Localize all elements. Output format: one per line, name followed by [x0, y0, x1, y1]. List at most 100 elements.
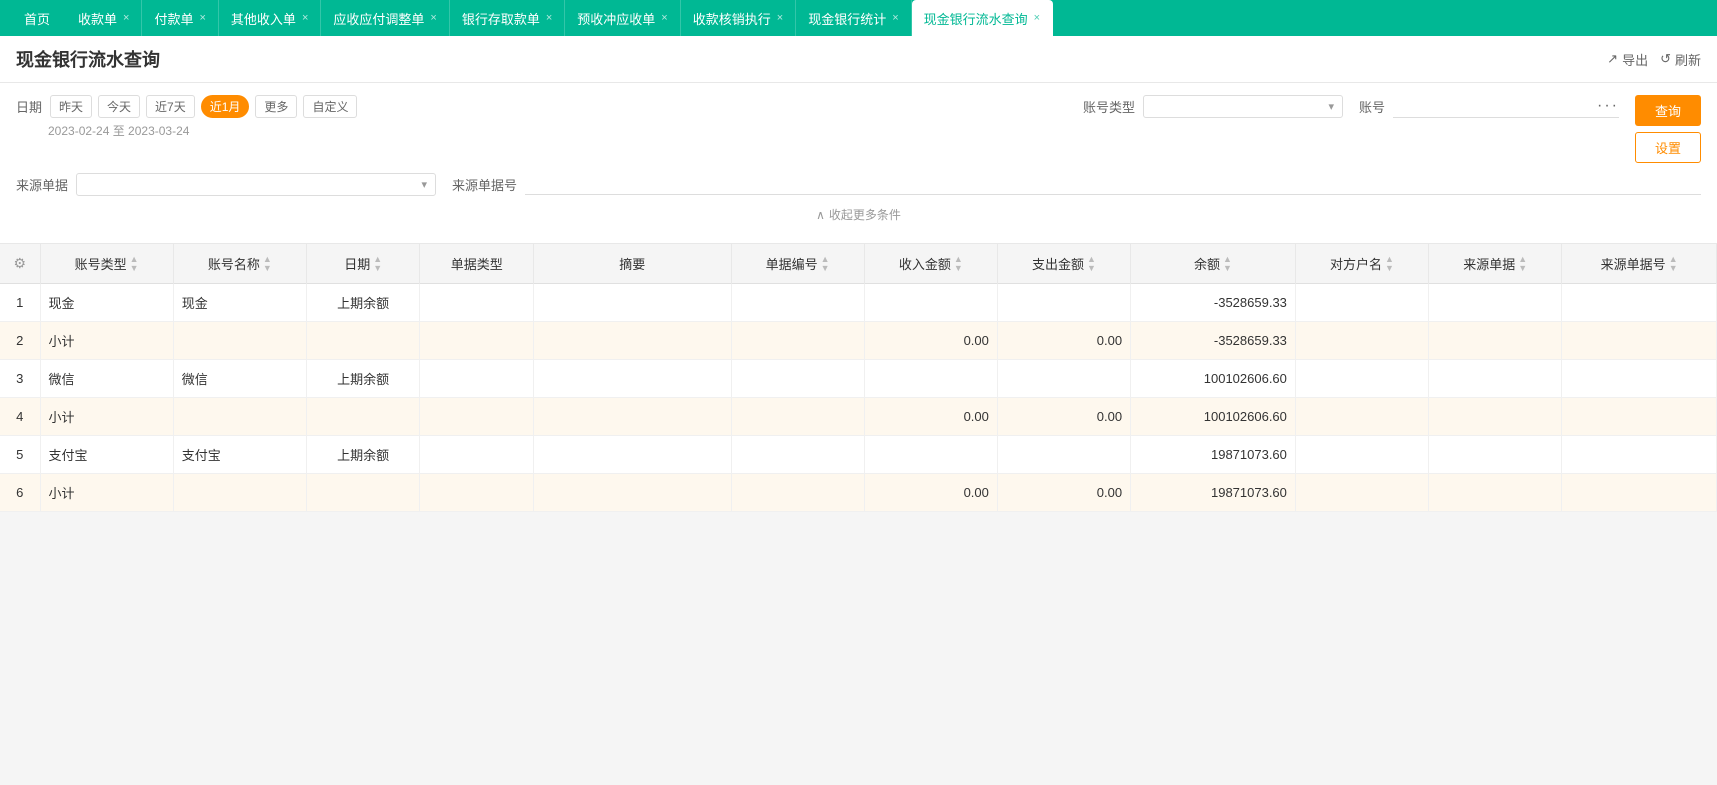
nav-tab-close[interactable]: ×	[661, 12, 667, 24]
table-cell: 小计	[40, 474, 173, 512]
account-type-select[interactable]: ▾	[1143, 95, 1343, 118]
sort-icon: ▲▼	[373, 255, 382, 273]
date-btn-yesterday[interactable]: 昨天	[50, 95, 92, 118]
date-btn-1month[interactable]: 近1月	[201, 95, 250, 118]
nav-tab-close[interactable]: ×	[1034, 12, 1040, 24]
table-cell: 支付宝	[40, 436, 173, 474]
page-header: 现金银行流水查询 ↗ 导出 ↺ 刷新	[0, 36, 1717, 83]
sort-account-name[interactable]: 账号名称 ▲▼	[182, 254, 298, 273]
col-account-name: 账号名称 ▲▼	[173, 244, 306, 284]
nav-tab-yingshouyingfu[interactable]: 应收应付调整单 ×	[321, 0, 449, 36]
collapse-bar[interactable]: ∧ 收起更多条件	[16, 202, 1701, 231]
table-cell	[997, 284, 1130, 322]
nav-tab-fukuandan[interactable]: 付款单 ×	[142, 0, 218, 36]
nav-tab-label: 预收冲应收单	[577, 9, 655, 28]
refresh-label: 刷新	[1675, 50, 1701, 69]
col-summary: 摘要	[534, 244, 731, 284]
export-button[interactable]: ↗ 导出	[1607, 50, 1648, 69]
account-input[interactable]	[1393, 99, 1597, 114]
nav-tab-liushui[interactable]: 现金银行流水查询 ×	[912, 0, 1053, 36]
filter-area: 日期 昨天 今天 近7天 近1月 更多 自定义 2023-02-24 至 202…	[0, 83, 1717, 244]
table-cell: 支付宝	[173, 436, 306, 474]
nav-tab-yushou[interactable]: 预收冲应收单 ×	[565, 0, 680, 36]
table-cell: 3	[0, 360, 40, 398]
nav-tab-close[interactable]: ×	[777, 12, 783, 24]
table-cell	[534, 436, 731, 474]
nav-tab-close[interactable]: ×	[199, 12, 205, 24]
sort-expense[interactable]: 支出金额 ▲▼	[1006, 254, 1122, 273]
gear-icon[interactable]: ⚙	[13, 255, 26, 271]
header-actions: ↗ 导出 ↺ 刷新	[1607, 50, 1701, 69]
data-table: ⚙ 账号类型 ▲▼ 账号名称 ▲▼ 日期	[0, 244, 1717, 512]
action-buttons: 查询 设置	[1635, 95, 1701, 163]
top-navigation: 首页 收款单 × 付款单 × 其他收入单 × 应收应付调整单 × 银行存取款单 …	[0, 0, 1717, 36]
nav-tab-xianjinyinhang[interactable]: 现金银行统计 ×	[796, 0, 911, 36]
date-btn-7days[interactable]: 近7天	[146, 95, 195, 118]
date-btn-more[interactable]: 更多	[255, 95, 297, 118]
nav-tab-close[interactable]: ×	[430, 12, 436, 24]
table-cell: 微信	[173, 360, 306, 398]
sort-icon: ▲▼	[130, 255, 139, 273]
account-label: 账号	[1359, 97, 1385, 116]
nav-tab-close[interactable]: ×	[302, 12, 308, 24]
table-cell	[420, 474, 534, 512]
col-gear: ⚙	[0, 244, 40, 284]
nav-tab-qitashouru[interactable]: 其他收入单 ×	[219, 0, 321, 36]
table-cell	[731, 436, 864, 474]
sort-source-doc-no[interactable]: 来源单据号 ▲▼	[1570, 254, 1708, 273]
date-btn-today[interactable]: 今天	[98, 95, 140, 118]
sort-source-doc[interactable]: 来源单据 ▲▼	[1437, 254, 1553, 273]
table-cell	[1562, 398, 1717, 436]
export-icon: ↗	[1607, 51, 1618, 67]
table-cell	[173, 398, 306, 436]
col-doc-type-label: 单据类型	[451, 257, 503, 272]
sort-icon: ▲▼	[1087, 255, 1096, 273]
table-cell: 0.00	[997, 322, 1130, 360]
collapse-up-icon: ∧	[816, 208, 825, 222]
nav-tab-shoukuandan[interactable]: 收款单 ×	[66, 0, 142, 36]
table-cell	[420, 284, 534, 322]
source-doc-label: 来源单据	[16, 175, 68, 194]
table-cell: -3528659.33	[1131, 284, 1296, 322]
col-source-doc-label: 来源单据	[1463, 254, 1515, 273]
table-cell	[731, 360, 864, 398]
account-more-icon[interactable]: ···	[1597, 97, 1619, 115]
nav-tab-close[interactable]: ×	[123, 12, 129, 24]
table-cell	[1562, 284, 1717, 322]
date-btn-custom[interactable]: 自定义	[303, 95, 357, 118]
sort-counterpart[interactable]: 对方户名 ▲▼	[1304, 254, 1420, 273]
table-row: 4小计0.000.00100102606.60	[0, 398, 1717, 436]
table-body: 1现金现金上期余额-3528659.332小计0.000.00-3528659.…	[0, 284, 1717, 512]
table-cell	[534, 284, 731, 322]
nav-tab-label: 收款核销执行	[693, 9, 771, 28]
table-cell: 0.00	[864, 398, 997, 436]
table-cell	[1295, 284, 1428, 322]
table-cell: 1	[0, 284, 40, 322]
col-balance-label: 余额	[1194, 254, 1220, 273]
nav-tab-close[interactable]: ×	[892, 12, 898, 24]
table-cell	[1429, 360, 1562, 398]
nav-tab-shoukuanhexiao[interactable]: 收款核销执行 ×	[681, 0, 796, 36]
sort-date[interactable]: 日期 ▲▼	[315, 254, 412, 273]
source-doc-select[interactable]: ▾	[76, 173, 436, 196]
table-cell	[731, 284, 864, 322]
sort-income[interactable]: 收入金额 ▲▼	[873, 254, 989, 273]
page-title: 现金银行流水查询	[16, 46, 160, 72]
nav-tab-yinhangcunkuan[interactable]: 银行存取款单 ×	[450, 0, 565, 36]
table-row: 5支付宝支付宝上期余额19871073.60	[0, 436, 1717, 474]
source-doc-no-input[interactable]	[525, 177, 1701, 192]
query-button[interactable]: 查询	[1635, 95, 1701, 126]
table-cell	[1562, 322, 1717, 360]
nav-tab-close[interactable]: ×	[546, 12, 552, 24]
settings-button[interactable]: 设置	[1635, 132, 1701, 163]
table-cell	[173, 322, 306, 360]
table-cell: 0.00	[997, 474, 1130, 512]
nav-home[interactable]: 首页	[8, 0, 66, 36]
refresh-icon: ↺	[1660, 51, 1671, 67]
sort-balance[interactable]: 余额 ▲▼	[1139, 254, 1287, 273]
sort-doc-no[interactable]: 单据编号 ▲▼	[740, 254, 856, 273]
table-cell	[1295, 360, 1428, 398]
refresh-button[interactable]: ↺ 刷新	[1660, 50, 1701, 69]
table-cell	[534, 398, 731, 436]
sort-account-type[interactable]: 账号类型 ▲▼	[49, 254, 165, 273]
